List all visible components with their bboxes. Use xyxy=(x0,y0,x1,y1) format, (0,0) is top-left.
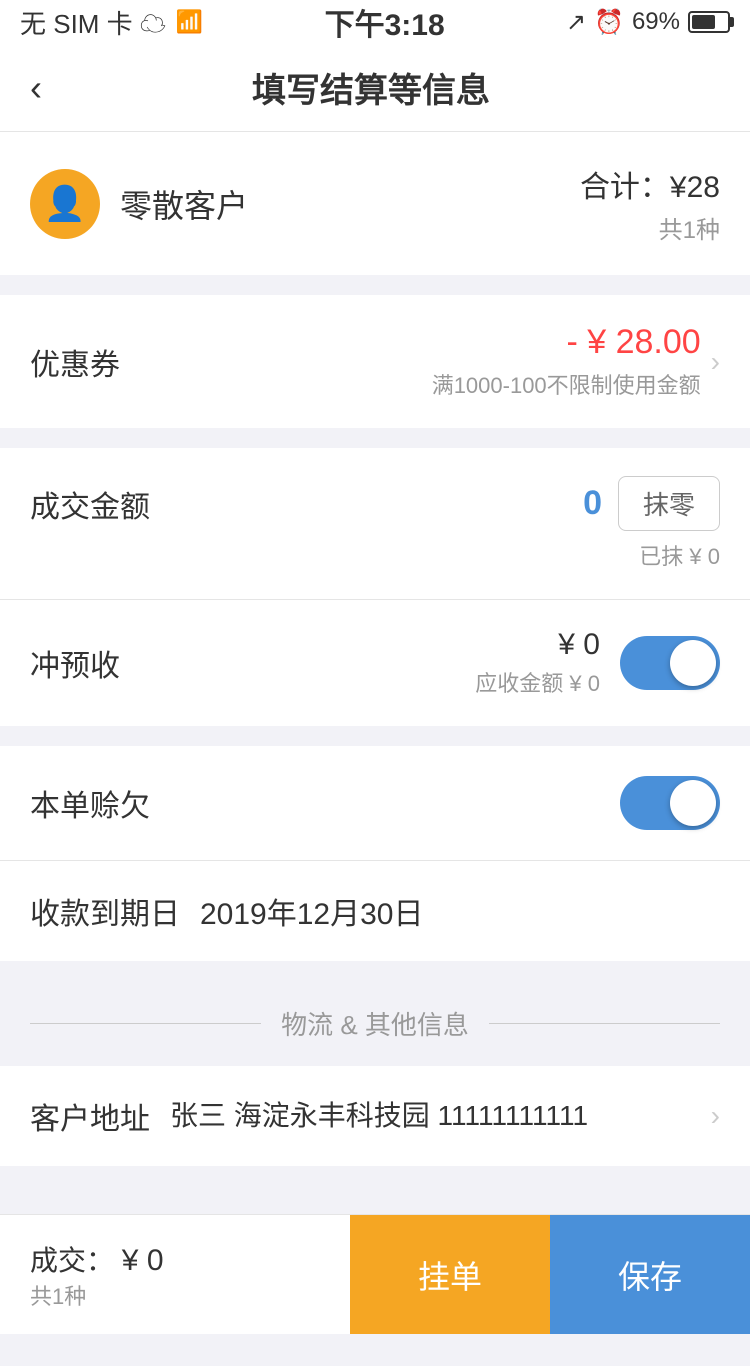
customer-left: 👤 零散客户 xyxy=(30,169,248,239)
customer-name: 零散客户 xyxy=(120,181,248,227)
due-date-label: 收款到期日 xyxy=(30,889,180,933)
amount-sub: 已抹 ¥ 0 xyxy=(30,539,720,571)
debt-section: 本单赊欠 xyxy=(0,746,750,860)
prepay-toggle[interactable] xyxy=(620,636,720,690)
bottom-count: 共1种 xyxy=(30,1279,320,1311)
save-button[interactable]: 保存 xyxy=(550,1215,750,1334)
coupon-discount: - ¥ 28.00 xyxy=(432,323,701,362)
hold-button[interactable]: 挂单 xyxy=(350,1215,550,1334)
debt-toggle[interactable] xyxy=(620,776,720,830)
battery-percent: 69% xyxy=(632,8,680,36)
deal-amount-label: 成交金额 xyxy=(30,482,150,526)
address-label: 客户地址 xyxy=(30,1094,150,1138)
deal-amount-value: 0 xyxy=(583,484,602,523)
coupon-chevron-icon: › xyxy=(711,346,720,378)
bottom-info: 成交： ¥ 0 共1种 xyxy=(0,1215,350,1334)
prepay-label: 冲预收 xyxy=(30,641,120,685)
divider-3 xyxy=(0,726,750,746)
customer-right: 合计：¥28 共1种 xyxy=(580,162,720,245)
address-section[interactable]: 客户地址 张三 海淀永丰科技园 11111111111 › xyxy=(0,1066,750,1166)
divider-4 xyxy=(0,961,750,981)
back-button[interactable]: ‹ xyxy=(30,67,42,109)
coupon-section[interactable]: 优惠券 - ¥ 28.00 满1000-100不限制使用金额 › xyxy=(0,295,750,428)
bottom-deal-row: 成交： ¥ 0 xyxy=(30,1239,320,1279)
prepay-sub: 应收金额 ¥ 0 xyxy=(475,666,600,698)
avatar-icon: 👤 xyxy=(44,184,86,224)
customer-section: 👤 零散客户 合计：¥28 共1种 xyxy=(0,132,750,275)
amount-row: 成交金额 0 抹零 xyxy=(30,476,720,531)
sep-line-right xyxy=(489,1023,720,1024)
status-right: ↗ ⏰ 69% xyxy=(566,8,730,37)
due-date-value: 2019年12月30日 xyxy=(200,889,423,933)
address-value: 张三 海淀永丰科技园 11111111111 xyxy=(170,1094,588,1138)
avatar: 👤 xyxy=(30,169,100,239)
prepay-section: 冲预收 ¥ 0 应收金额 ¥ 0 xyxy=(0,600,750,726)
bottom-deal-label: 成交： xyxy=(30,1245,114,1276)
wifi-icon: 📶 xyxy=(176,9,203,35)
deal-amount-section: 成交金额 0 抹零 已抹 ¥ 0 xyxy=(0,448,750,599)
status-left: 无 SIM 卡 ☁ 📶 xyxy=(20,4,203,41)
due-date-section: 收款到期日 2019年12月30日 xyxy=(0,861,750,961)
logistics-separator: 物流 & 其他信息 xyxy=(0,981,750,1066)
debt-label: 本单赊欠 xyxy=(30,781,150,825)
battery-icon xyxy=(688,11,730,33)
toggle-knob xyxy=(670,640,716,686)
prepay-amount: ¥ 0 xyxy=(475,628,600,662)
amount-right: 0 抹零 xyxy=(583,476,720,531)
bottom-deal-amount: ¥ 0 xyxy=(122,1244,164,1277)
total-count: 共1种 xyxy=(580,210,720,245)
divider-2 xyxy=(0,428,750,448)
page-title: 填写结算等信息 xyxy=(62,63,680,112)
coupon-desc: 满1000-100不限制使用金额 xyxy=(432,368,701,400)
bottom-bar: 成交： ¥ 0 共1种 挂单 保存 xyxy=(0,1214,750,1334)
coupon-right: - ¥ 28.00 满1000-100不限制使用金额 › xyxy=(432,323,720,400)
coupon-label: 优惠券 xyxy=(30,340,120,384)
round-button[interactable]: 抹零 xyxy=(618,476,720,531)
address-left: 客户地址 张三 海淀永丰科技园 11111111111 xyxy=(30,1094,588,1138)
nav-bar: ‹ 填写结算等信息 xyxy=(0,44,750,132)
divider-1 xyxy=(0,275,750,295)
location-icon: ↗ xyxy=(566,8,586,37)
address-chevron-icon: › xyxy=(711,1100,720,1132)
status-bar: 无 SIM 卡 ☁ 📶 下午3:18 ↗ ⏰ 69% xyxy=(0,0,750,44)
prepay-right: ¥ 0 应收金额 ¥ 0 xyxy=(475,628,720,698)
debt-toggle-knob xyxy=(670,780,716,826)
sep-line-left xyxy=(30,1023,261,1024)
total-amount: 合计：¥28 xyxy=(580,162,720,206)
status-time: 下午3:18 xyxy=(325,0,445,44)
no-sim-label: 无 SIM 卡 ☁ xyxy=(20,4,166,41)
logistics-label: 物流 & 其他信息 xyxy=(281,1005,469,1042)
alarm-icon: ⏰ xyxy=(594,8,624,37)
prepay-amounts: ¥ 0 应收金额 ¥ 0 xyxy=(475,628,600,698)
